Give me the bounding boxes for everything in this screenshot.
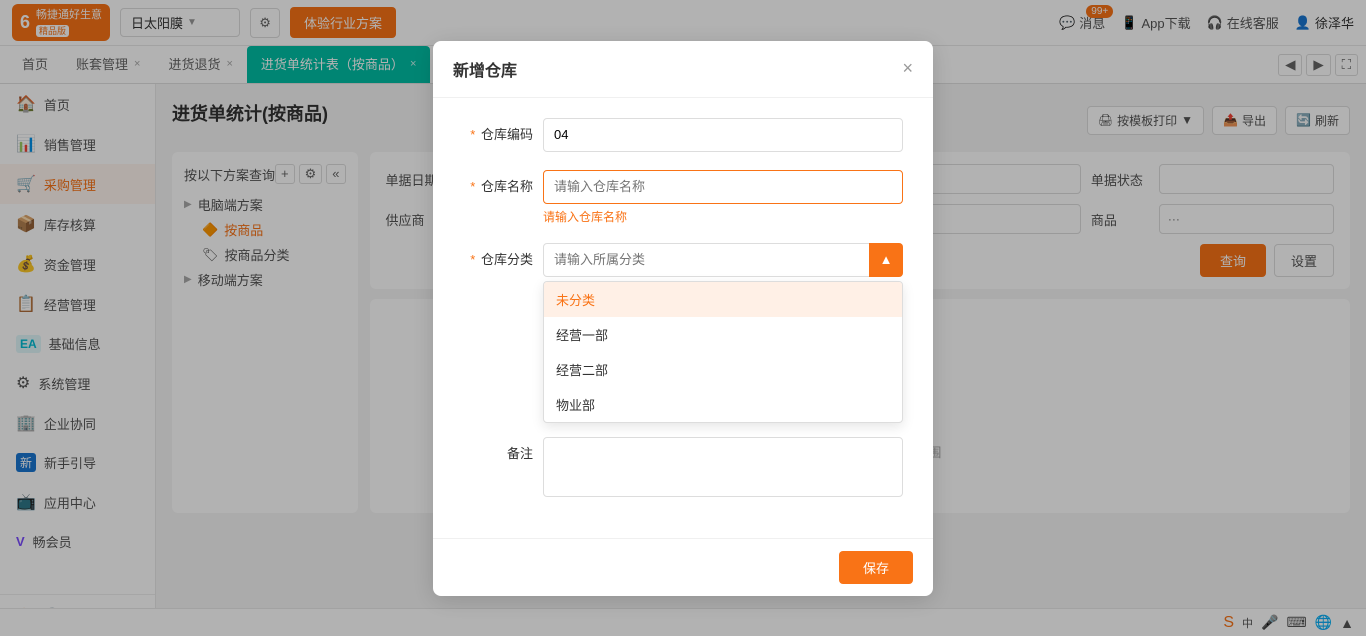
form-row-name: * 仓库名称 请输入仓库名称 xyxy=(463,170,903,225)
dialog-body: * 仓库编码 * 仓库名称 请输入仓库名称 xyxy=(433,98,933,538)
form-row-category: * 仓库分类 ▲ 未分类 经营一部 经营二部 物业部 xyxy=(463,243,903,277)
dropdown-item-dept1[interactable]: 经营一部 xyxy=(544,317,902,352)
remark-input[interactable] xyxy=(543,437,903,497)
save-button[interactable]: 保存 xyxy=(839,551,913,584)
code-input[interactable] xyxy=(543,118,903,152)
dialog-header: 新增仓库 × xyxy=(433,41,933,98)
dialog-title: 新增仓库 xyxy=(453,57,517,81)
form-row-code: * 仓库编码 xyxy=(463,118,903,152)
modal-overlay[interactable]: 新增仓库 × * 仓库编码 * 仓库名称 xyxy=(0,0,1366,636)
dialog-close-button[interactable]: × xyxy=(902,58,913,79)
category-field: ▲ 未分类 经营一部 经营二部 物业部 xyxy=(543,243,903,277)
category-toggle-button[interactable]: ▲ xyxy=(869,243,903,277)
add-warehouse-dialog: 新增仓库 × * 仓库编码 * 仓库名称 xyxy=(433,41,933,596)
category-label: * 仓库分类 xyxy=(463,243,543,268)
category-input[interactable] xyxy=(543,243,903,277)
dropdown-item-dept3[interactable]: 物业部 xyxy=(544,387,902,422)
dropdown-item-unclassified[interactable]: 未分类 xyxy=(544,282,902,317)
required-marker: * xyxy=(470,127,475,142)
category-dropdown: 未分类 经营一部 经营二部 物业部 xyxy=(543,281,903,423)
category-input-wrapper: ▲ xyxy=(543,243,903,277)
name-label: * 仓库名称 xyxy=(463,170,543,195)
remark-field xyxy=(543,437,903,500)
required-marker: * xyxy=(470,179,475,194)
form-row-remark: 备注 xyxy=(463,437,903,500)
code-label: * 仓库编码 xyxy=(463,118,543,143)
name-error-message: 请输入仓库名称 xyxy=(543,208,903,225)
remark-label: 备注 xyxy=(463,437,543,462)
code-field xyxy=(543,118,903,152)
dropdown-item-dept2[interactable]: 经营二部 xyxy=(544,352,902,387)
name-input[interactable] xyxy=(543,170,903,204)
name-field: 请输入仓库名称 xyxy=(543,170,903,225)
required-marker: * xyxy=(470,252,475,267)
dialog-footer: 保存 xyxy=(433,538,933,596)
